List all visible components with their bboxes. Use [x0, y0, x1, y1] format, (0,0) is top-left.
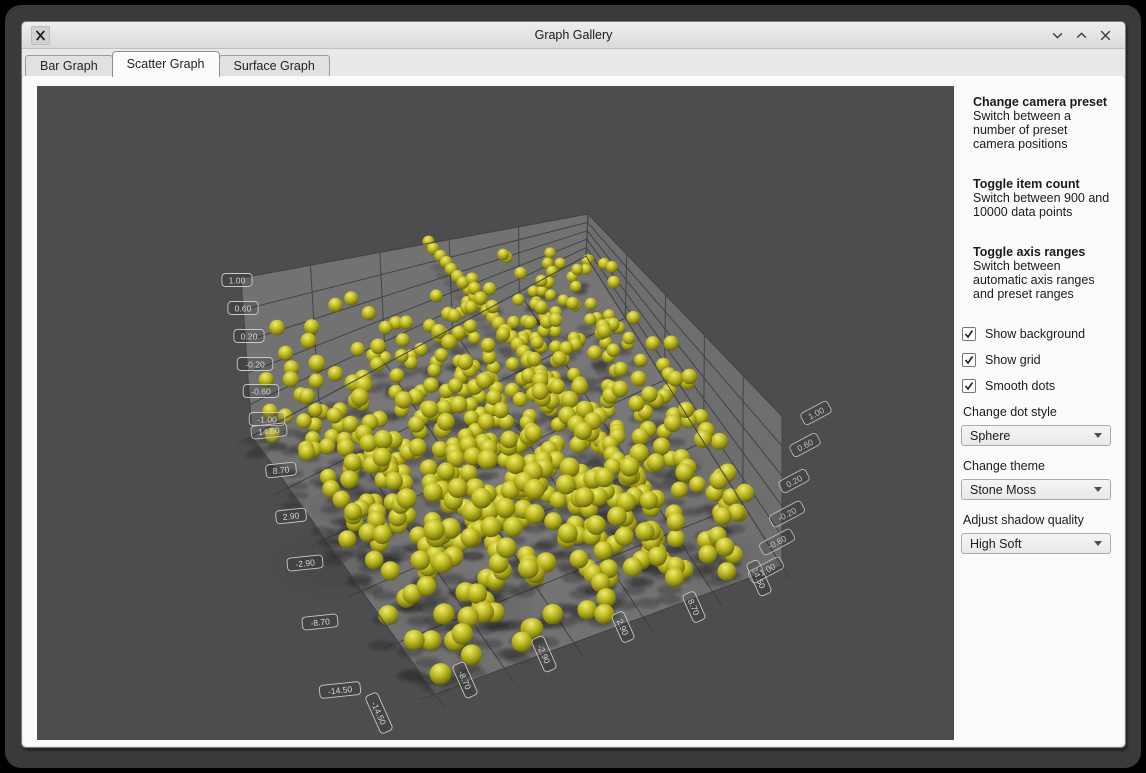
- section-title: Toggle axis ranges: [973, 245, 1086, 259]
- dropdown-value: High Soft: [970, 536, 1022, 551]
- check-icon: [964, 356, 974, 365]
- theme-dropdown[interactable]: Stone Moss: [961, 479, 1111, 500]
- dropdown-value: Sphere: [970, 428, 1011, 443]
- dropdown-value: Stone Moss: [970, 482, 1037, 497]
- checkbox-group: Show background Show grid Smooth dots: [961, 327, 1133, 393]
- section-description: Switch between automatic axis ranges and…: [973, 259, 1095, 301]
- chevron-down-icon: [1094, 433, 1102, 438]
- tab-scatter-graph[interactable]: Scatter Graph: [111, 51, 220, 77]
- tab-surface-graph[interactable]: Surface Graph: [218, 55, 330, 76]
- svg-text:2.90: 2.90: [282, 510, 300, 522]
- section-title: Change camera preset: [973, 95, 1108, 109]
- axis-ranges-section: Toggle axis ranges Switch between automa…: [961, 245, 1133, 301]
- svg-text:1.00: 1.00: [229, 275, 246, 285]
- smooth-dots-checkbox[interactable]: Smooth dots: [962, 379, 1133, 393]
- dot-style-dropdown[interactable]: Sphere: [961, 425, 1111, 446]
- shadow-quality-dropdown[interactable]: High Soft: [961, 533, 1111, 554]
- svg-text:-8.70: -8.70: [310, 616, 331, 628]
- shadow-quality-label: Adjust shadow quality: [963, 513, 1084, 527]
- scatter-tab-content: 1.00 0.60 0.20 -0.20 -0.60 -1.00 14.50 8.70 2.90…: [23, 76, 1124, 746]
- control-panel: Change camera preset Switch between a nu…: [961, 95, 1133, 554]
- svg-text:-0.20: -0.20: [245, 359, 265, 369]
- minimize-button[interactable]: [1051, 29, 1064, 42]
- svg-text:-1.00: -1.00: [257, 414, 277, 424]
- window-title: Graph Gallery: [534, 28, 613, 42]
- camera-preset-section: Change camera preset Switch between a nu…: [961, 95, 1133, 151]
- chevron-down-icon: [1094, 487, 1102, 492]
- svg-text:0.60: 0.60: [235, 303, 252, 313]
- chevron-down-icon: [1094, 541, 1102, 546]
- dot-style-label: Change dot style: [963, 405, 1057, 419]
- checkbox-box: [962, 379, 976, 393]
- show-grid-checkbox[interactable]: Show grid: [962, 353, 1133, 367]
- item-count-section: Toggle item count Switch between 900 and…: [961, 177, 1133, 219]
- section-title: Toggle item count: [973, 177, 1080, 191]
- svg-text:-0.60: -0.60: [251, 386, 271, 396]
- section-description: Switch between 900 and 10000 data points: [973, 191, 1110, 219]
- titlebar[interactable]: Graph Gallery: [22, 22, 1125, 49]
- check-icon: [964, 382, 974, 391]
- tab-bar: Bar Graph Scatter Graph Surface Graph: [22, 49, 1125, 77]
- checkbox-box: [962, 327, 976, 341]
- maximize-button[interactable]: [1075, 29, 1088, 42]
- scatter-3d-view[interactable]: 1.00 0.60 0.20 -0.20 -0.60 -1.00 14.50 8.70 2.90…: [37, 86, 954, 740]
- section-description: Switch between a number of preset camera…: [973, 109, 1071, 151]
- svg-text:-2.90: -2.90: [295, 557, 316, 569]
- close-button[interactable]: [1099, 29, 1112, 42]
- check-icon: [964, 330, 974, 339]
- checkbox-box: [962, 353, 976, 367]
- svg-text:0.20: 0.20: [241, 331, 258, 341]
- show-background-checkbox[interactable]: Show background: [962, 327, 1133, 341]
- svg-text:8.70: 8.70: [272, 464, 290, 476]
- tab-bar-graph[interactable]: Bar Graph: [25, 55, 113, 76]
- app-window: Graph Gallery Bar Graph Scatter Graph Su…: [21, 21, 1126, 748]
- theme-label: Change theme: [963, 459, 1046, 473]
